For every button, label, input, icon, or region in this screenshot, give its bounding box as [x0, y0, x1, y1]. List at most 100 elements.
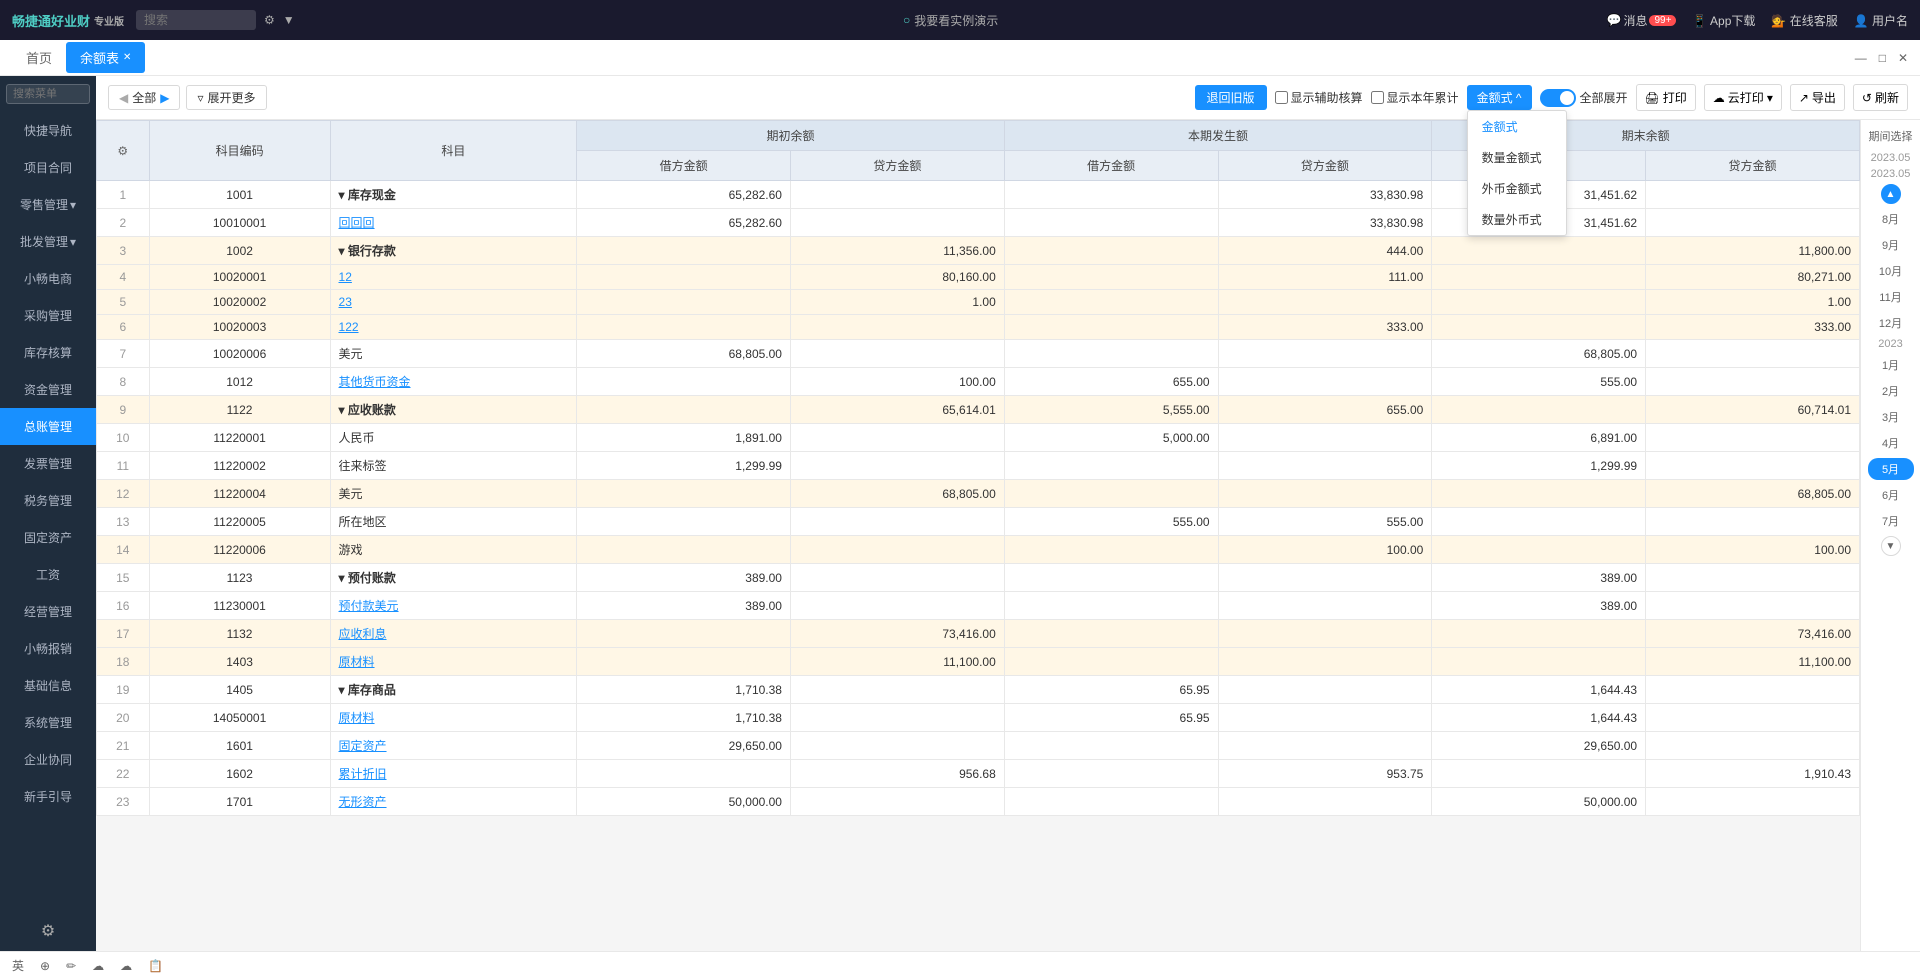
month-1[interactable]: 1月 [1868, 354, 1914, 376]
demo-link[interactable]: ○ 我要看实例演示 [295, 12, 1607, 29]
period-nav-up[interactable]: ▲ [1881, 184, 1901, 204]
expand-more-btn[interactable]: ▿ 展开更多 [186, 85, 266, 110]
sidebar-item-enterprise-coop[interactable]: 企业协同 [0, 741, 96, 778]
export-btn[interactable]: ↗ 导出 [1790, 84, 1845, 111]
debit-closing [1432, 315, 1646, 340]
period-nav-down[interactable]: ▼ [1881, 536, 1901, 556]
sidebar-item-ecommerce[interactable]: 小畅电商 [0, 260, 96, 297]
tab-close-icon[interactable]: ✕ [123, 52, 131, 63]
account-name[interactable]: 回回回 [330, 209, 577, 237]
sidebar-item-system-mgmt[interactable]: 系统管理 [0, 704, 96, 741]
close-icon[interactable]: ✕ [1898, 51, 1908, 65]
format-dropdown-btn[interactable]: 金额式 ^ [1467, 85, 1532, 110]
back-old-version-btn[interactable]: 退回旧版 [1195, 85, 1267, 110]
credit-closing: 1,910.43 [1646, 760, 1860, 788]
sidebar-item-capital-mgmt[interactable]: 资金管理 [0, 371, 96, 408]
credit-closing: 100.00 [1646, 536, 1860, 564]
account-name[interactable]: 原材料 [330, 704, 577, 732]
account-name[interactable]: 固定资产 [330, 732, 577, 760]
month-2[interactable]: 2月 [1868, 380, 1914, 402]
account-name[interactable]: 预付款美元 [330, 592, 577, 620]
format-option-qty-amount[interactable]: 数量金额式 [1468, 142, 1566, 173]
month-10[interactable]: 10月 [1868, 260, 1914, 282]
sidebar-item-inventory[interactable]: 库存核算 [0, 334, 96, 371]
breadcrumb-btn[interactable]: ◀ 全部 ▶ [108, 85, 180, 110]
sidebar-item-project-contract[interactable]: 项目合同 [0, 149, 96, 186]
month-7[interactable]: 7月 [1868, 510, 1914, 532]
account-name[interactable]: 23 [330, 290, 577, 315]
month-12[interactable]: 12月 [1868, 312, 1914, 334]
sidebar-search-input[interactable] [6, 84, 90, 104]
toggle-switch-icon[interactable] [1540, 89, 1576, 107]
expand-icon[interactable]: ▼ [283, 13, 295, 27]
month-6[interactable]: 6月 [1868, 484, 1914, 506]
online-service-btn[interactable]: 💁 在线客服 [1771, 12, 1837, 29]
status-icon-6[interactable]: 📋 [148, 959, 163, 973]
table-row: 710020006美元68,805.0068,805.00 [97, 340, 1860, 368]
table-settings-icon[interactable]: ⚙ [97, 121, 150, 181]
sidebar-item-wholesale-mgmt[interactable]: 批发管理 ▾ [0, 223, 96, 260]
debit-closing [1432, 290, 1646, 315]
table-container[interactable]: ⚙ 科目编码 科目 期初余额 本期发生额 期末余额 借方金额 贷方金额 借方金额… [96, 120, 1860, 951]
sidebar-item-general-ledger[interactable]: 总账管理 [0, 408, 96, 445]
sidebar-item-purchase-mgmt[interactable]: 采购管理 [0, 297, 96, 334]
month-4[interactable]: 4月 [1868, 432, 1914, 454]
tab-balance[interactable]: 余额表 ✕ [66, 42, 145, 73]
sidebar-item-fixed-assets[interactable]: 固定资产 [0, 519, 96, 556]
account-name[interactable]: 原材料 [330, 648, 577, 676]
expand-all-toggle[interactable]: 全部展开 [1540, 89, 1628, 107]
format-option-qty-foreign[interactable]: 数量外币式 [1468, 204, 1566, 235]
sidebar-item-new-guide[interactable]: 新手引导 [0, 778, 96, 815]
status-icon-5[interactable]: ☁ [120, 959, 132, 973]
tab-home[interactable]: 首页 [12, 42, 66, 73]
status-icon-2[interactable]: ⊕ [40, 959, 50, 973]
sidebar-item-quick-nav[interactable]: 快捷导航 [0, 112, 96, 149]
app-download-btn[interactable]: 📱 App下载 [1692, 12, 1755, 29]
debit-opening: 1,299.99 [577, 452, 791, 480]
sidebar-item-operations-mgmt[interactable]: 经营管理 [0, 593, 96, 630]
show-ytd-check[interactable]: 显示本年累计 [1371, 89, 1459, 106]
cloud-print-btn[interactable]: ☁ 云打印 ▾ [1704, 84, 1782, 111]
sidebar-item-invoice-mgmt[interactable]: 发票管理 [0, 445, 96, 482]
messages-btn[interactable]: 💬 消息 99+ [1606, 12, 1676, 29]
status-icon-3[interactable]: ✏ [66, 959, 76, 973]
debit-opening: 65,282.60 [577, 181, 791, 209]
month-11[interactable]: 11月 [1868, 286, 1914, 308]
credit-current: 953.75 [1218, 760, 1432, 788]
account-name[interactable]: 无形资产 [330, 788, 577, 816]
account-name[interactable]: 122 [330, 315, 577, 340]
account-name[interactable]: 应收利息 [330, 620, 577, 648]
refresh-btn[interactable]: ↺ 刷新 [1853, 84, 1908, 111]
sidebar-item-retail-mgmt[interactable]: 零售管理 ▾ [0, 186, 96, 223]
credit-closing [1646, 564, 1860, 592]
account-name[interactable]: 12 [330, 265, 577, 290]
status-icon-4[interactable]: ☁ [92, 959, 104, 973]
month-8[interactable]: 8月 [1868, 208, 1914, 230]
month-9[interactable]: 9月 [1868, 234, 1914, 256]
account-name[interactable]: 累计折旧 [330, 760, 577, 788]
sidebar-settings-icon[interactable]: ⚙ [41, 923, 55, 940]
sidebar-item-tax-mgmt[interactable]: 税务管理 [0, 482, 96, 519]
print-btn[interactable]: 🖨 打印 [1636, 84, 1696, 111]
status-icon-1[interactable]: 英 [12, 957, 24, 974]
breadcrumb-arrow-right[interactable]: ▶ [160, 91, 169, 105]
credit-current: 555.00 [1218, 508, 1432, 536]
account-name[interactable]: 其他货币资金 [330, 368, 577, 396]
format-option-amount[interactable]: 金额式 [1468, 111, 1566, 142]
message-badge: 99+ [1649, 15, 1676, 26]
maximize-icon[interactable]: □ [1879, 51, 1886, 65]
credit-current [1218, 676, 1432, 704]
sidebar-item-basic-info[interactable]: 基础信息 [0, 667, 96, 704]
user-avatar[interactable]: 👤 用户名 [1854, 12, 1908, 29]
show-assist-check[interactable]: 显示辅助核算 [1275, 89, 1363, 106]
month-3[interactable]: 3月 [1868, 406, 1914, 428]
format-option-foreign-amount[interactable]: 外币金额式 [1468, 173, 1566, 204]
sidebar-item-payroll[interactable]: 工资 [0, 556, 96, 593]
format-dropdown-wrapper: 金额式 ^ 金额式 数量金额式 外币金额式 数量外币式 [1467, 85, 1532, 110]
search-input[interactable] [136, 10, 256, 30]
credit-opening [790, 676, 1004, 704]
sidebar-item-report[interactable]: 小畅报销 [0, 630, 96, 667]
month-5[interactable]: 5月 [1868, 458, 1914, 480]
minimize-icon[interactable]: — [1855, 51, 1867, 65]
settings-icon[interactable]: ⚙ [264, 13, 275, 27]
